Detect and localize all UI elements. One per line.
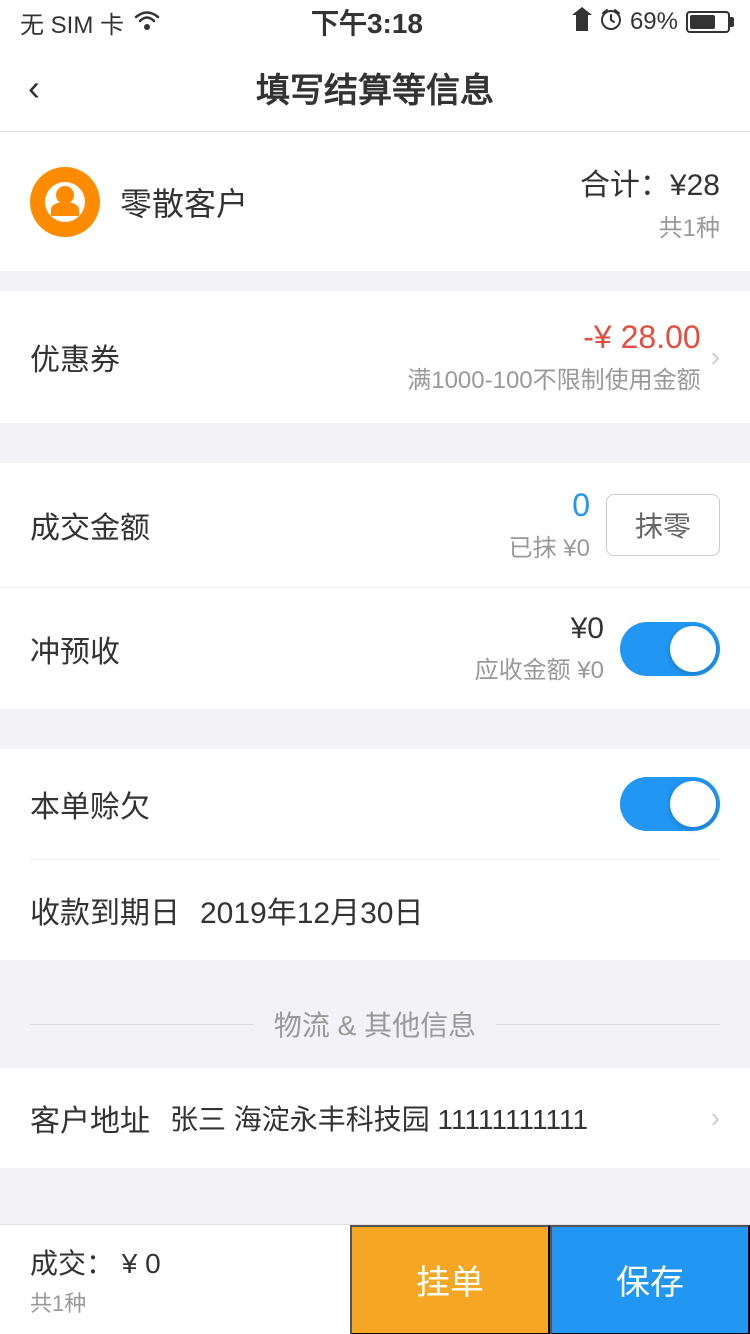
chevron-right-icon: › bbox=[711, 341, 720, 373]
prepay-sub: 应收金额 ¥0 bbox=[475, 650, 604, 685]
deal-label: 成交： bbox=[30, 1248, 114, 1279]
owe-row: 本单赊欠 bbox=[0, 749, 750, 859]
rounded-text: 已抹 ¥0 bbox=[509, 528, 590, 563]
address-section: 客户地址 张三 海淀永丰科技园 11111111111 › bbox=[0, 1068, 750, 1168]
nav-bar: ‹ 填写结算等信息 bbox=[0, 44, 750, 132]
alarm-icon bbox=[600, 8, 622, 37]
total-count: 共1种 bbox=[580, 208, 720, 243]
battery-icon bbox=[686, 11, 730, 33]
prepay-value: ¥0 bbox=[475, 612, 604, 646]
round-button[interactable]: 抹零 bbox=[606, 494, 720, 556]
address-value: 张三 海淀永丰科技园 11111111111 bbox=[170, 1098, 711, 1138]
avatar-icon bbox=[45, 182, 85, 222]
due-date-label: 收款到期日 bbox=[30, 888, 180, 932]
avatar bbox=[30, 167, 100, 237]
amount-value-area: 0 已抹 ¥0 抹零 bbox=[509, 487, 720, 563]
coupon-section: 优惠券 -¥ 28.00 满1000-100不限制使用金额 › bbox=[0, 291, 750, 423]
address-chevron-icon: › bbox=[711, 1102, 720, 1134]
prepay-value-area: ¥0 应收金额 ¥0 bbox=[475, 612, 720, 685]
battery-percentage: 69% bbox=[630, 8, 678, 36]
bottom-summary: 成交： ¥ 0 共1种 bbox=[0, 1242, 350, 1318]
save-button[interactable]: 保存 bbox=[550, 1225, 750, 1334]
amount-label: 成交金额 bbox=[30, 503, 150, 547]
prepay-right: ¥0 应收金额 ¥0 bbox=[475, 612, 604, 685]
owe-section: 本单赊欠 收款到期日 2019年12月30日 bbox=[0, 749, 750, 960]
address-label: 客户地址 bbox=[30, 1096, 150, 1140]
hang-button[interactable]: 挂单 bbox=[350, 1225, 550, 1334]
customer-section: 零散客户 合计：¥28 共1种 bbox=[0, 132, 750, 271]
back-button[interactable]: ‹ bbox=[28, 67, 40, 109]
owe-toggle[interactable] bbox=[620, 777, 720, 831]
content-area: 零散客户 合计：¥28 共1种 优惠券 -¥ 28.00 满1000-100不限… bbox=[0, 132, 750, 1308]
bottom-bar: 成交： ¥ 0 共1种 挂单 保存 bbox=[0, 1224, 750, 1334]
status-left: 无 SIM 卡 bbox=[20, 5, 162, 40]
customer-name: 零散客户 bbox=[120, 179, 248, 225]
customer-summary: 合计：¥28 共1种 bbox=[580, 160, 720, 243]
bottom-count: 共1种 bbox=[30, 1286, 320, 1318]
status-bar: 无 SIM 卡 下午3:18 69% bbox=[0, 0, 750, 44]
coupon-desc: 满1000-100不限制使用金额 bbox=[407, 360, 700, 395]
deal-amount: ¥ 0 bbox=[122, 1248, 161, 1279]
coupon-info: -¥ 28.00 满1000-100不限制使用金额 bbox=[407, 319, 700, 395]
logistics-header: 物流 & 其他信息 bbox=[0, 980, 750, 1068]
transaction-section: 成交金额 0 已抹 ¥0 抹零 冲预收 ¥0 应收金额 ¥0 bbox=[0, 463, 750, 709]
coupon-right: -¥ 28.00 满1000-100不限制使用金额 › bbox=[407, 319, 720, 395]
customer-row: 零散客户 合计：¥28 共1种 bbox=[0, 132, 750, 271]
bottom-deal-amount: 成交： ¥ 0 bbox=[30, 1242, 320, 1282]
address-row[interactable]: 客户地址 张三 海淀永丰科技园 11111111111 › bbox=[0, 1068, 750, 1168]
header-line-left bbox=[30, 1024, 254, 1025]
gray-separator-2 bbox=[0, 729, 750, 749]
status-right: 69% bbox=[572, 7, 730, 38]
total-amount: 合计：¥28 bbox=[580, 160, 720, 204]
coupon-label: 优惠券 bbox=[30, 335, 120, 379]
amount-input[interactable]: 0 bbox=[509, 487, 590, 524]
logistics-label: 物流 & 其他信息 bbox=[274, 1004, 476, 1044]
owe-toggle-thumb bbox=[670, 781, 716, 827]
gray-separator-1 bbox=[0, 443, 750, 463]
section-header-line: 物流 & 其他信息 bbox=[30, 1004, 720, 1044]
coupon-amount: -¥ 28.00 bbox=[407, 319, 700, 356]
coupon-row[interactable]: 优惠券 -¥ 28.00 满1000-100不限制使用金额 › bbox=[0, 291, 750, 423]
header-line-right bbox=[496, 1024, 720, 1025]
carrier-text: 无 SIM 卡 bbox=[20, 5, 124, 40]
amount-row: 成交金额 0 已抹 ¥0 抹零 bbox=[0, 463, 750, 588]
customer-left: 零散客户 bbox=[30, 167, 248, 237]
prepay-row: 冲预收 ¥0 应收金额 ¥0 bbox=[0, 588, 750, 709]
page-title: 填写结算等信息 bbox=[256, 63, 494, 112]
due-date-value: 2019年12月30日 bbox=[200, 888, 423, 932]
wifi-icon bbox=[132, 7, 162, 38]
location-icon bbox=[572, 7, 592, 38]
toggle-thumb bbox=[670, 626, 716, 672]
prepay-toggle[interactable] bbox=[620, 622, 720, 676]
prepay-label: 冲预收 bbox=[30, 627, 150, 671]
owe-label: 本单赊欠 bbox=[30, 782, 150, 826]
status-time: 下午3:18 bbox=[311, 2, 423, 42]
due-date-row: 收款到期日 2019年12月30日 bbox=[0, 860, 750, 960]
